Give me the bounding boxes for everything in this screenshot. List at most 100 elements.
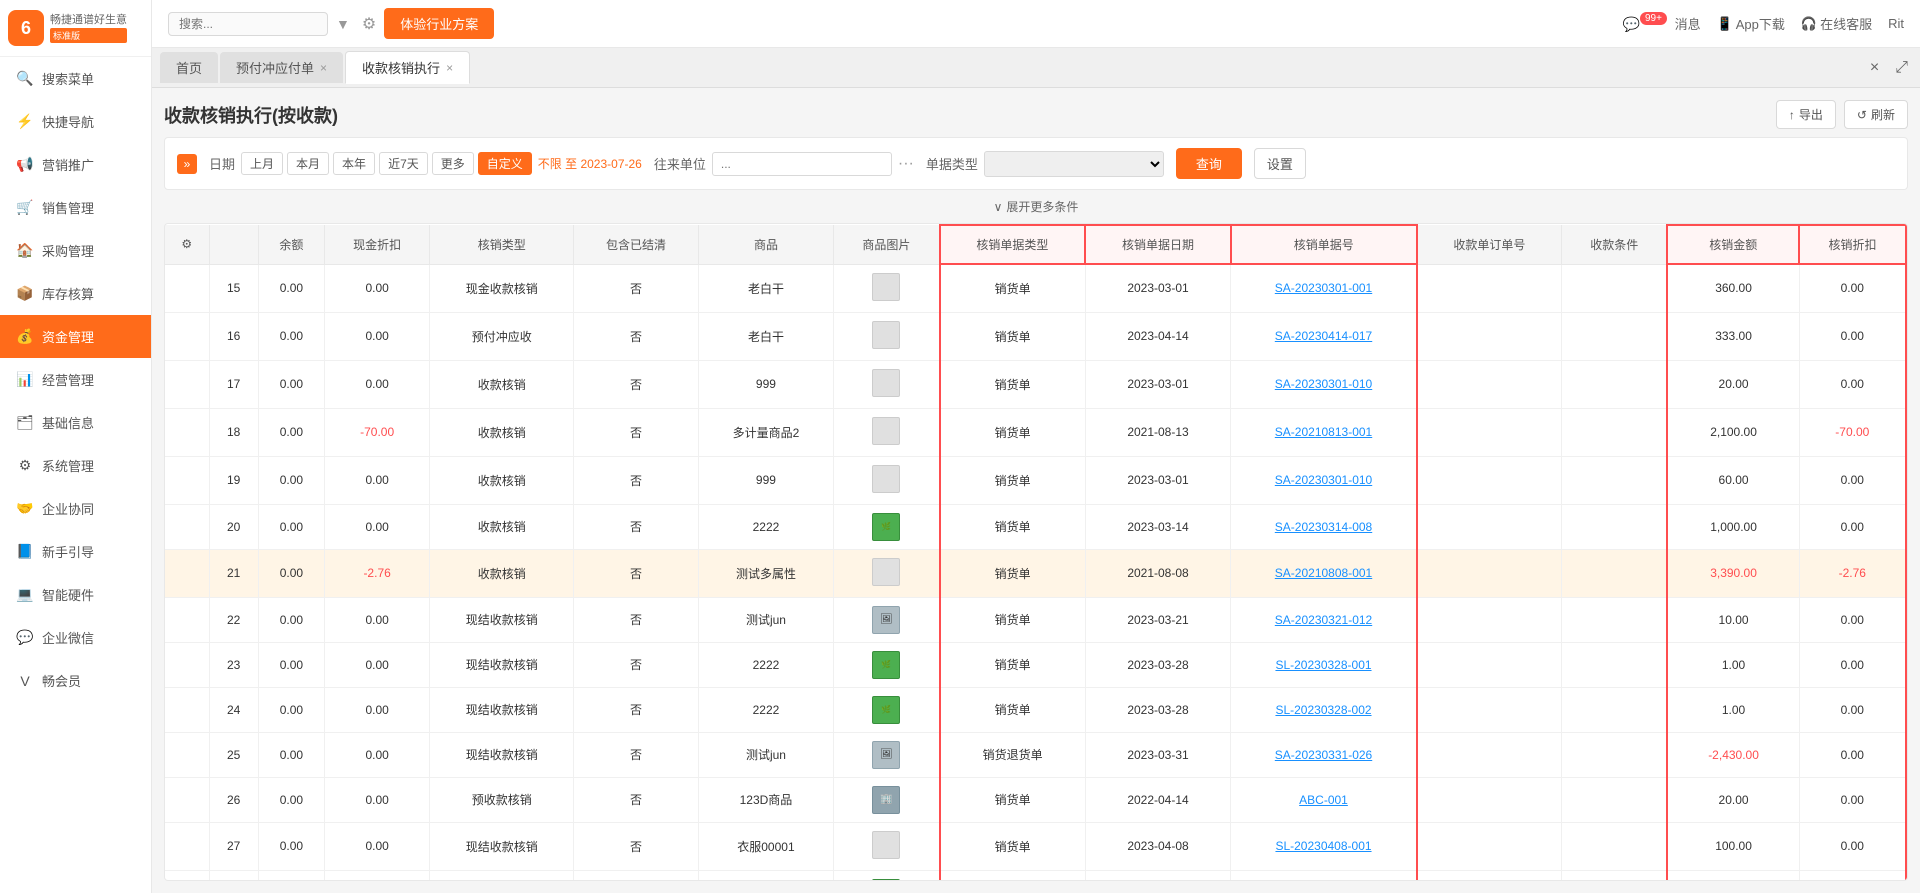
this-year-btn[interactable]: 本年 — [333, 152, 375, 175]
cell-balance: 0.00 — [258, 360, 324, 408]
cell-product: 2222 — [698, 870, 833, 881]
cell-writeoff-discount: 0.00 — [1799, 360, 1906, 408]
sidebar-item-enterprise[interactable]: 🤝 企业协同 — [0, 487, 151, 530]
sidebar-item-basic[interactable]: 🗂 基础信息 — [0, 401, 151, 444]
this-month-btn[interactable]: 本月 — [287, 152, 329, 175]
page-content: 收款核销执行(按收款) ↑ 导出 ↺ 刷新 » 日期 上月 本月 本 — [152, 88, 1920, 893]
partner-more-btn[interactable]: ··· — [898, 155, 914, 173]
writeoff-number-link[interactable]: SA-20230301-010 — [1275, 473, 1372, 487]
solution-button[interactable]: 体验行业方案 — [384, 8, 494, 39]
writeoff-number-link[interactable]: ABC-001 — [1299, 793, 1348, 807]
writeoff-number-link[interactable]: SA-20210813-001 — [1275, 425, 1372, 439]
cell-receipt-order-no — [1417, 777, 1562, 822]
export-button[interactable]: ↑ 导出 — [1776, 100, 1836, 129]
sidebar-item-system[interactable]: ⚙ 系统管理 — [0, 444, 151, 487]
cell-receipt-order-no — [1417, 456, 1562, 504]
writeoff-number-link[interactable]: SA-20230414-017 — [1275, 329, 1372, 343]
app-download-link[interactable]: 📱 App下载 — [1717, 14, 1785, 33]
sidebar-item-sales[interactable]: 🛒 销售管理 — [0, 186, 151, 229]
col-settings[interactable]: ⚙ — [165, 225, 209, 264]
column-settings-icon[interactable]: ⚙ — [181, 237, 192, 251]
cell-writeoff-amount: 20.00 — [1667, 360, 1799, 408]
last-7-days-btn[interactable]: 近7天 — [379, 152, 428, 175]
writeoff-number-link[interactable]: SA-20230301-001 — [1275, 281, 1372, 295]
sidebar-item-quick[interactable]: ⚡ 快捷导航 — [0, 100, 151, 143]
cell-product-image — [834, 312, 940, 360]
last-month-btn[interactable]: 上月 — [241, 152, 283, 175]
tab-prepaid[interactable]: 预付冲应付单 × — [220, 52, 343, 83]
cell-writeoff-voucher-type: 销货单 — [940, 642, 1086, 687]
custom-date-btn[interactable]: 自定义 — [478, 152, 532, 175]
notification-count: 99+ — [1640, 12, 1667, 25]
cell-include-settled: 否 — [574, 360, 699, 408]
filter-expand-button[interactable]: » — [177, 154, 197, 174]
cell-include-settled: 否 — [574, 504, 699, 549]
notification-area[interactable]: 💬 99+ 消息 — [1623, 14, 1701, 33]
voucher-type-label: 单据类型 — [926, 154, 978, 173]
sidebar-item-purchase[interactable]: 🏠 采购管理 — [0, 229, 151, 272]
sidebar-item-vip[interactable]: V 畅会员 — [0, 659, 151, 702]
sidebar-item-finance[interactable]: 💰 资金管理 — [0, 315, 151, 358]
sidebar-item-label: 基础信息 — [42, 413, 94, 432]
cell-settings — [165, 264, 209, 312]
table-row: 21 0.00 -2.76 收款核销 否 测试多属性 销货单 2021-08-0… — [165, 549, 1906, 597]
enterprise-icon: 🤝 — [16, 500, 34, 518]
cell-settings — [165, 822, 209, 870]
cell-cash-discount: 0.00 — [325, 732, 430, 777]
main-area: ▼ ⚙ 体验行业方案 💬 99+ 消息 📱 App下载 🎧 在线客服 Rit 首… — [152, 0, 1920, 893]
expand-more-button[interactable]: ∨ 展开更多条件 — [994, 198, 1079, 215]
cell-index: 27 — [209, 822, 258, 870]
tab-prepaid-close[interactable]: × — [320, 61, 327, 75]
sidebar-item-wechat[interactable]: 💬 企业微信 — [0, 616, 151, 659]
cell-receipt-order-no — [1417, 597, 1562, 642]
refresh-button[interactable]: ↺ 刷新 — [1844, 100, 1908, 129]
writeoff-number-link[interactable]: SA-20230331-026 — [1275, 748, 1372, 762]
writeoff-number-link[interactable]: SA-20230321-012 — [1275, 613, 1372, 627]
writeoff-number-link[interactable]: SL-20230328-001 — [1275, 658, 1371, 672]
tab-writeoff[interactable]: 收款核销执行 × — [345, 51, 470, 84]
table-row: 26 0.00 0.00 预收款核销 否 123D商品 🏢 销货单 2022-0… — [165, 777, 1906, 822]
cell-writeoff-voucher-type: 销货单 — [940, 822, 1086, 870]
cell-index: 28 — [209, 870, 258, 881]
search-button[interactable]: 查询 — [1176, 148, 1242, 179]
tab-maximize-button[interactable]: ⤢ — [1891, 55, 1912, 81]
partner-input[interactable] — [712, 152, 892, 176]
settings-gear-icon[interactable]: ⚙ — [362, 14, 376, 34]
setting-button[interactable]: 设置 — [1254, 148, 1306, 179]
cell-cash-discount: 0.00 — [325, 642, 430, 687]
wechat-icon: 💬 — [16, 629, 34, 647]
cell-product: 2222 — [698, 504, 833, 549]
writeoff-number-link[interactable]: SL-20230408-001 — [1275, 839, 1371, 853]
cell-product-image: 🌿 — [834, 687, 940, 732]
cell-receipt-order-no — [1417, 687, 1562, 732]
sidebar-item-operation[interactable]: 📊 经营管理 — [0, 358, 151, 401]
user-name[interactable]: Rit — [1888, 16, 1904, 31]
writeoff-number-link[interactable]: SL-20230328-002 — [1275, 703, 1371, 717]
cell-receipt-order-no — [1417, 870, 1562, 881]
writeoff-number-link[interactable]: SA-20230301-010 — [1275, 377, 1372, 391]
sidebar-item-label: 采购管理 — [42, 241, 94, 260]
writeoff-number-link[interactable]: SA-20210808-001 — [1275, 566, 1372, 580]
cell-writeoff-type: 收款核销 — [430, 408, 574, 456]
search-input[interactable] — [168, 12, 328, 36]
writeoff-number-link[interactable]: SA-20230314-008 — [1275, 520, 1372, 534]
sidebar-item-hardware[interactable]: 💻 智能硬件 — [0, 573, 151, 616]
sidebar-item-search[interactable]: 🔍 搜索菜单 — [0, 57, 151, 100]
online-service-link[interactable]: 🎧 在线客服 — [1801, 14, 1872, 33]
cell-writeoff-amount: 2,100.00 — [1667, 408, 1799, 456]
cell-product-image: 🖼 — [834, 732, 940, 777]
cell-product-image — [834, 360, 940, 408]
cell-writeoff-type: 现结收款核销 — [430, 687, 574, 732]
more-date-btn[interactable]: 更多 — [432, 152, 474, 175]
refresh-icon: ↺ — [1857, 108, 1867, 122]
cell-balance: 0.00 — [258, 642, 324, 687]
sidebar-item-marketing[interactable]: 📢 营销推广 — [0, 143, 151, 186]
tab-writeoff-close[interactable]: × — [446, 61, 453, 75]
voucher-type-select[interactable] — [984, 151, 1164, 177]
dropdown-icon[interactable]: ▼ — [336, 16, 350, 32]
tab-close-all-button[interactable]: × — [1866, 55, 1883, 81]
sidebar-item-guide[interactable]: 📘 新手引导 — [0, 530, 151, 573]
table-row: 23 0.00 0.00 现结收款核销 否 2222 🌿 销货单 2023-03… — [165, 642, 1906, 687]
sidebar-item-inventory[interactable]: 📦 库存核算 — [0, 272, 151, 315]
tab-home[interactable]: 首页 — [160, 52, 218, 83]
